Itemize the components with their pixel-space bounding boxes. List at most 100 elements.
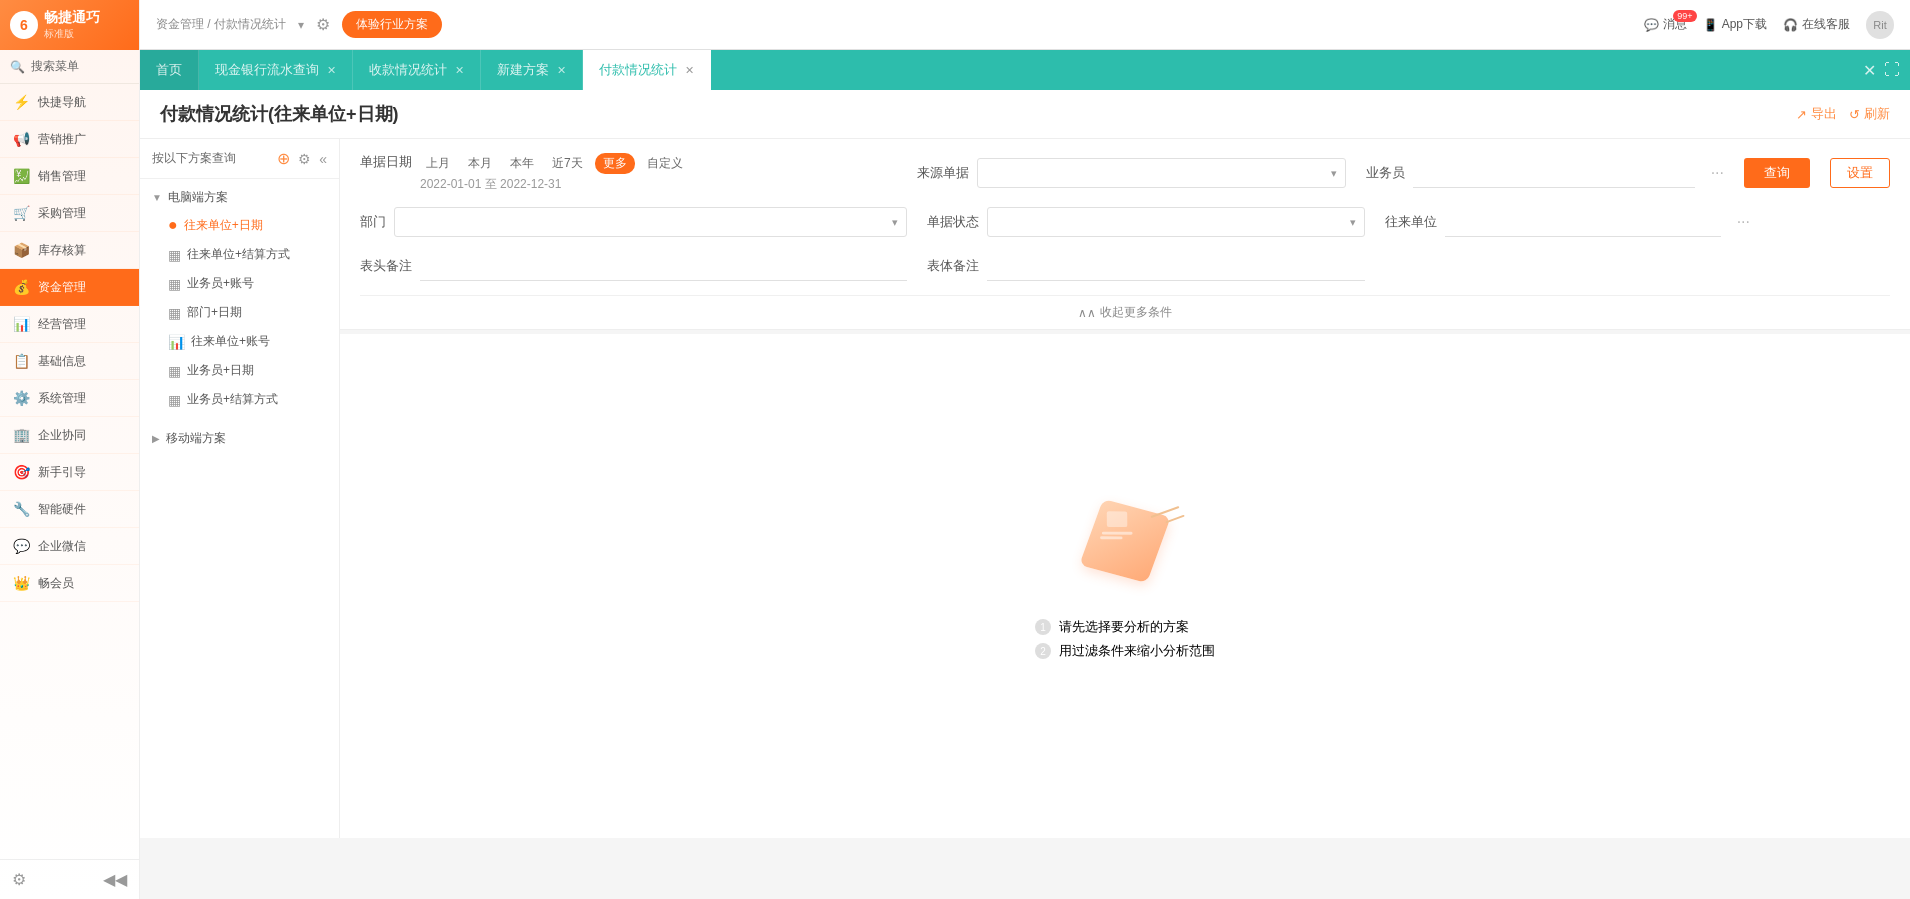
scheme-item-partner-date[interactable]: ● 往来单位+日期 [140,210,339,240]
purchase-icon: 🛒 [12,204,30,222]
avatar[interactable]: Rit [1866,11,1894,39]
sidebar-item-basic[interactable]: 📋 基础信息 [0,343,139,380]
scheme-item-staff-account[interactable]: ▦ 业务员+账号 [140,269,339,298]
tab-new-scheme-close-icon[interactable]: ✕ [557,64,566,77]
filter-row-2: 部门 ▾ 单据状态 ▾ [360,207,1890,237]
dept-select[interactable]: ▾ [394,207,907,237]
sidebar-item-company[interactable]: 🏢 企业协同 [0,417,139,454]
sidebar-item-system[interactable]: ⚙️ 系统管理 [0,380,139,417]
header-note-input[interactable] [420,251,907,281]
logo-sub: 标准版 [44,27,100,41]
scheme-item-icon-1: ▦ [168,247,181,263]
marketing-icon: 📢 [12,130,30,148]
scheme-add-btn[interactable]: ⊕ [277,149,290,168]
refresh-btn[interactable]: ↺ 刷新 [1849,105,1890,123]
export-icon: ↗ [1796,107,1807,122]
status-select-arrow-icon: ▾ [1350,216,1356,229]
tab-bank-close-icon[interactable]: ✕ [327,64,336,77]
tab-bank[interactable]: 现金银行流水查询 ✕ [199,50,353,90]
set-btn[interactable]: 设置 [1830,158,1890,188]
scheme-item-staff-date[interactable]: ▦ 业务员+日期 [140,356,339,385]
trial-btn[interactable]: 体验行业方案 [342,11,442,38]
sales-icon: 💹 [12,167,30,185]
scheme-collapse-icon[interactable]: « [319,151,327,167]
tab-payment-close-icon[interactable]: ✕ [685,64,694,77]
tab-payment[interactable]: 付款情况统计 ✕ [583,50,711,90]
sidebar-item-quick-nav[interactable]: ⚡ 快捷导航 [0,84,139,121]
date-option-last-month[interactable]: 上月 [420,153,456,174]
sidebar-item-hardware[interactable]: 🔧 智能硬件 [0,491,139,528]
collapse-sidebar-icon[interactable]: ◀◀ [103,870,127,889]
page-content: 付款情况统计(往来单位+日期) ↗ 导出 ↺ 刷新 按以下方案查询 [140,90,1910,899]
staff-input[interactable] [1413,158,1695,188]
sidebar-item-marketing[interactable]: 📢 营销推广 [0,121,139,158]
partner-dots[interactable]: ··· [1737,213,1750,231]
sidebar-item-vip[interactable]: 👑 畅会员 [0,565,139,602]
staff-label: 业务员 [1366,164,1405,182]
scheme-item-partner-settle[interactable]: ▦ 往来单位+结算方式 [140,240,339,269]
scheme-item-partner-account[interactable]: 📊 往来单位+账号 [140,327,339,356]
right-panel: 单据日期 上月 本月 本年 近7天 更多 自定义 20 [340,139,1910,838]
sidebar-item-weixin[interactable]: 💬 企业微信 [0,528,139,565]
scheme-group-mobile-arrow-icon: ▶ [152,433,160,444]
scheme-panel: 按以下方案查询 ⊕ ⚙ « ▼ 电脑端方案 ● [140,139,340,838]
tab-receipt[interactable]: 收款情况统计 ✕ [353,50,481,90]
page-title: 付款情况统计(往来单位+日期) [160,102,399,126]
search-menu[interactable]: 🔍 搜索菜单 [0,50,139,84]
scheme-gear-icon[interactable]: ⚙ [298,151,311,167]
sidebar: 6 畅捷通巧 标准版 🔍 搜索菜单 ⚡ 快捷导航 📢 营销推广 💹 销售管理 🛒… [0,0,140,899]
query-btn[interactable]: 查询 [1744,158,1810,188]
body-note-input[interactable] [987,251,1365,281]
tab-home[interactable]: 首页 [140,50,199,90]
source-select[interactable]: ▾ [977,158,1346,188]
sidebar-item-operation[interactable]: 📊 经营管理 [0,306,139,343]
scheme-item-staff-settle[interactable]: ▦ 业务员+结算方式 [140,385,339,414]
date-option-custom[interactable]: 自定义 [641,153,689,174]
dropdown-arrow-icon[interactable]: ▾ [298,18,304,32]
voucher-date-label: 单据日期 [360,153,412,171]
partner-input[interactable] [1445,207,1721,237]
filter-field-staff: 业务员 ··· [1366,158,1724,188]
filter-field-status: 单据状态 ▾ [927,207,1365,237]
sidebar-item-guide[interactable]: 🎯 新手引导 [0,454,139,491]
settings-bottom-icon[interactable]: ⚙ [12,870,26,889]
filter-row-3: 表头备注 表体备注 [360,251,1890,281]
scheme-group-header-desktop[interactable]: ▼ 电脑端方案 [140,185,339,210]
sidebar-item-inventory[interactable]: 📦 库存核算 [0,232,139,269]
main-panel: 按以下方案查询 ⊕ ⚙ « ▼ 电脑端方案 ● [140,139,1910,838]
collapse-more-btn[interactable]: ∧∧ 收起更多条件 [360,295,1890,329]
date-range-text: 2022-01-01 至 2022-12-31 [420,176,689,193]
maximize-icon[interactable]: ⛶ [1882,59,1902,81]
date-option-more[interactable]: 更多 [595,153,635,174]
status-select[interactable]: ▾ [987,207,1365,237]
app-download-btn[interactable]: 📱 App下载 [1703,16,1767,33]
filter-field-source: 来源单据 ▾ [917,158,1346,188]
results-area: 1 请先选择要分析的方案 2 用过滤条件来缩小分析范围 [340,334,1910,838]
page-header: 付款情况统计(往来单位+日期) ↗ 导出 ↺ 刷新 [140,90,1910,139]
scheme-panel-title: 按以下方案查询 [152,150,236,167]
dept-select-arrow-icon: ▾ [892,216,898,229]
scheme-group-header-mobile[interactable]: ▶ 移动端方案 [140,426,339,451]
staff-dots[interactable]: ··· [1711,164,1724,182]
export-btn[interactable]: ↗ 导出 [1796,105,1837,123]
operation-icon: 📊 [12,315,30,333]
partner-label: 往来单位 [1385,213,1437,231]
tab-receipt-close-icon[interactable]: ✕ [455,64,464,77]
service-btn[interactable]: 🎧 在线客服 [1783,16,1850,33]
empty-state: 1 请先选择要分析的方案 2 用过滤条件来缩小分析范围 [340,466,1910,706]
sidebar-item-finance[interactable]: 💰 资金管理 [0,269,139,306]
sidebar-item-sales[interactable]: 💹 销售管理 [0,158,139,195]
tabbar-actions: ✕ ⛶ [1853,50,1910,90]
tab-new-scheme[interactable]: 新建方案 ✕ [481,50,583,90]
page-actions: ↗ 导出 ↺ 刷新 [1796,105,1890,123]
date-option-this-year[interactable]: 本年 [504,153,540,174]
scheme-item-dept-date[interactable]: ▦ 部门+日期 [140,298,339,327]
close-all-tabs-icon[interactable]: ✕ [1861,59,1878,82]
settings-icon[interactable]: ⚙ [316,15,330,34]
sidebar-item-purchase[interactable]: 🛒 采购管理 [0,195,139,232]
quick-nav-icon: ⚡ [12,93,30,111]
message-btn[interactable]: 💬 消息 99+ [1644,16,1687,33]
date-option-7days[interactable]: 近7天 [546,153,589,174]
date-option-this-month[interactable]: 本月 [462,153,498,174]
finance-icon: 💰 [12,278,30,296]
